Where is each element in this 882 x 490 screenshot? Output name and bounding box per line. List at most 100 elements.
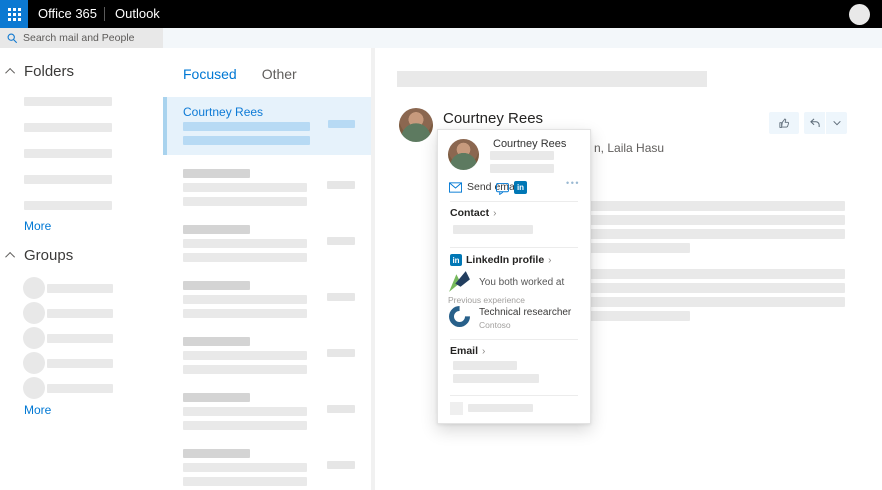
contact-card: Courtney Rees Send email in ••• Contact … bbox=[437, 129, 591, 424]
contact-name: Courtney Rees bbox=[493, 138, 567, 150]
group-name-placeholder bbox=[47, 334, 113, 343]
folder-skeleton-item[interactable] bbox=[24, 97, 112, 106]
subject-placeholder bbox=[183, 407, 307, 416]
envelope-icon bbox=[449, 181, 462, 193]
search-icon bbox=[7, 33, 18, 43]
company-logo-icon bbox=[449, 271, 470, 292]
sender-placeholder bbox=[183, 393, 250, 402]
preview-placeholder bbox=[183, 421, 307, 430]
group-skeleton-item[interactable] bbox=[23, 352, 143, 374]
subject-placeholder bbox=[183, 183, 307, 192]
reading-pane: Courtney Rees n, Laila Hasu Courtney Ree… bbox=[375, 48, 882, 490]
brand-office365[interactable]: Office 365 bbox=[38, 0, 97, 28]
contact-section-header[interactable]: Contact › bbox=[450, 207, 496, 219]
group-avatar-placeholder bbox=[23, 302, 45, 324]
tab-focused[interactable]: Focused bbox=[183, 66, 237, 82]
folders-more-link[interactable]: More bbox=[24, 219, 51, 233]
folder-skeleton-item[interactable] bbox=[24, 175, 112, 184]
groups-section-header[interactable]: Groups bbox=[5, 247, 74, 264]
search-placeholder: Search mail and People bbox=[23, 32, 135, 44]
groups-more-link[interactable]: More bbox=[24, 403, 51, 417]
message-item[interactable] bbox=[163, 393, 371, 449]
group-name-placeholder bbox=[47, 309, 113, 318]
card-divider bbox=[450, 339, 578, 340]
reply-icon bbox=[809, 118, 820, 127]
linkedin-icon: in bbox=[450, 254, 462, 266]
group-skeleton-item[interactable] bbox=[23, 277, 143, 299]
contact-detail-placeholder bbox=[490, 164, 554, 173]
message-item[interactable] bbox=[163, 281, 371, 337]
contact-info-placeholder bbox=[453, 225, 533, 234]
folder-skeleton-item[interactable] bbox=[24, 201, 112, 210]
chevron-up-icon bbox=[5, 251, 16, 262]
message-sender: Courtney Rees bbox=[183, 105, 264, 119]
message-list-pane: Focused Other Courtney Rees bbox=[163, 48, 371, 490]
folder-skeleton-item[interactable] bbox=[24, 149, 112, 158]
inbox-tabs: Focused Other bbox=[183, 66, 297, 82]
brand-divider bbox=[104, 7, 105, 21]
time-placeholder bbox=[327, 237, 355, 245]
message-item[interactable] bbox=[163, 449, 371, 490]
group-avatar-placeholder bbox=[23, 352, 45, 374]
preview-placeholder bbox=[183, 477, 307, 486]
sender-avatar[interactable] bbox=[399, 108, 433, 142]
groups-label: Groups bbox=[24, 247, 74, 264]
contact-title-placeholder bbox=[490, 151, 554, 160]
email-item-placeholder bbox=[453, 361, 517, 370]
message-item[interactable] bbox=[163, 169, 371, 225]
chevron-down-icon bbox=[832, 120, 841, 126]
chevron-right-icon: › bbox=[482, 345, 486, 357]
email-item-placeholder bbox=[453, 374, 539, 383]
group-skeleton-item[interactable] bbox=[23, 327, 143, 349]
subject-placeholder bbox=[183, 463, 307, 472]
card-footer-placeholder bbox=[468, 404, 533, 412]
email-section-header[interactable]: Email › bbox=[450, 345, 485, 357]
reply-options-button[interactable] bbox=[826, 112, 847, 134]
sender-placeholder bbox=[183, 225, 250, 234]
message-item-selected[interactable]: Courtney Rees bbox=[163, 97, 371, 155]
sender-placeholder bbox=[183, 449, 250, 458]
user-avatar[interactable] bbox=[849, 4, 870, 25]
message-skeleton-list bbox=[163, 169, 371, 490]
preview-placeholder bbox=[183, 253, 307, 262]
app-launcher-icon[interactable] bbox=[0, 0, 28, 28]
subject-placeholder bbox=[183, 239, 307, 248]
tab-other[interactable]: Other bbox=[262, 66, 297, 82]
time-placeholder bbox=[327, 461, 355, 469]
chat-button[interactable] bbox=[496, 182, 509, 200]
folder-skeleton-item[interactable] bbox=[24, 123, 112, 132]
contact-section-label: Contact bbox=[450, 207, 490, 219]
preview-placeholder bbox=[183, 136, 310, 145]
chevron-up-icon bbox=[5, 67, 16, 78]
message-item[interactable] bbox=[163, 225, 371, 281]
group-name-placeholder bbox=[47, 359, 113, 368]
recipients-fragment: n, Laila Hasu bbox=[594, 141, 665, 155]
folder-skeleton-list bbox=[24, 97, 112, 210]
subject-placeholder bbox=[183, 122, 310, 131]
linkedin-icon[interactable]: in bbox=[514, 181, 527, 194]
sender-placeholder bbox=[183, 169, 250, 178]
email-sender-name[interactable]: Courtney Rees bbox=[443, 110, 543, 127]
folders-section-header[interactable]: Folders bbox=[5, 63, 74, 80]
like-button[interactable] bbox=[769, 112, 799, 134]
preview-placeholder bbox=[183, 365, 307, 374]
more-actions-button[interactable]: ••• bbox=[566, 178, 580, 188]
group-skeleton-item[interactable] bbox=[23, 302, 143, 324]
contact-avatar bbox=[448, 139, 479, 170]
search-input[interactable]: Search mail and People bbox=[0, 28, 163, 48]
job-title: Technical researcher bbox=[479, 307, 572, 318]
email-section-label: Email bbox=[450, 345, 479, 357]
group-name-placeholder bbox=[47, 284, 113, 293]
preview-placeholder bbox=[183, 197, 307, 206]
group-avatar-placeholder bbox=[23, 327, 45, 349]
linkedin-section-header[interactable]: in LinkedIn profile › bbox=[450, 254, 552, 266]
subject-placeholder bbox=[183, 351, 307, 360]
reply-button[interactable] bbox=[804, 112, 825, 134]
group-name-placeholder bbox=[47, 384, 113, 393]
chevron-right-icon: › bbox=[493, 207, 497, 219]
group-skeleton-item[interactable] bbox=[23, 377, 143, 399]
message-item[interactable] bbox=[163, 337, 371, 393]
sender-placeholder bbox=[183, 281, 250, 290]
app-title-outlook[interactable]: Outlook bbox=[115, 0, 160, 28]
time-placeholder bbox=[327, 293, 355, 301]
